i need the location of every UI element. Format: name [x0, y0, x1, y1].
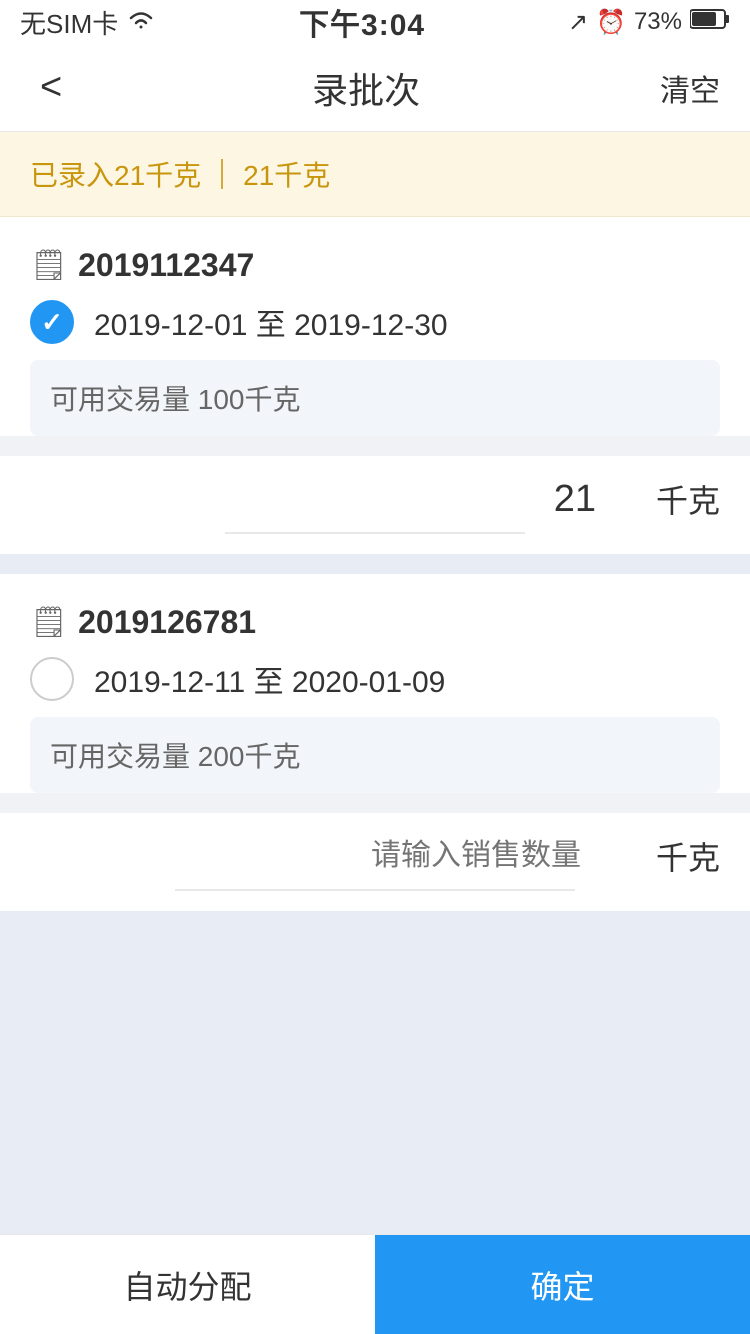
batch-1-header: 🗒 2019112347 [30, 247, 720, 284]
batch-card-2: 🗒 2019126781 2019-12-11 至 2020-01-09 可用交… [0, 574, 750, 793]
section-divider [0, 554, 750, 574]
battery-text: 73% [634, 8, 682, 36]
confirm-button[interactable]: 确定 [375, 1235, 750, 1334]
batch-2-available: 可用交易量 200千克 [30, 717, 720, 793]
batch-2-unit: 千克 [656, 833, 720, 879]
batch-2-date: 2019-12-11 至 2020-01-09 [94, 657, 445, 701]
batch-2-quantity-input[interactable] [296, 839, 596, 873]
batch-2-row: 2019-12-11 至 2020-01-09 [30, 657, 720, 701]
amount-value: 21千克 [243, 154, 330, 194]
auto-distribute-button[interactable]: 自动分配 [0, 1235, 375, 1334]
status-left: 无SIM卡 [20, 4, 156, 41]
batch-1-quantity-area: 21 千克 [0, 456, 750, 554]
batch-2-input-row: 千克 [30, 823, 720, 889]
batch-2-doc-icon: 🗒 [30, 605, 68, 640]
batch-2-id: 2019126781 [78, 604, 256, 641]
status-right: ↗ ⏰ 73% [568, 8, 730, 37]
batch-card-1: 🗒 2019112347 2019-12-01 至 2019-12-30 可用交… [0, 217, 750, 436]
batch-1-available: 可用交易量 100千克 [30, 360, 720, 436]
back-button[interactable]: < [30, 56, 72, 119]
batch-1-doc-icon: 🗒 [30, 248, 68, 283]
batch-2-input-area: 千克 [0, 813, 750, 911]
info-divider [221, 159, 223, 189]
batch-2-header: 🗒 2019126781 [30, 604, 720, 641]
batch-1-date: 2019-12-01 至 2019-12-30 [94, 300, 448, 344]
batch-1-id: 2019112347 [78, 247, 254, 284]
nav-bar: < 录批次 清空 [0, 44, 750, 132]
batch-1-quantity-row: 21 千克 [30, 466, 720, 532]
batch-2-radio[interactable] [30, 657, 74, 701]
wifi-icon [126, 7, 156, 38]
bottom-bar: 自动分配 确定 [0, 1234, 750, 1334]
batch-1-radio[interactable] [30, 300, 74, 344]
batch-1-quantity-value: 21 [554, 478, 596, 521]
batch-1-quantity-unit: 千克 [656, 476, 720, 522]
clear-button[interactable]: 清空 [660, 66, 720, 110]
alarm-icon: ⏰ [596, 8, 626, 37]
location-icon: ↗ [568, 8, 588, 37]
status-bar: 无SIM卡 下午3:04 ↗ ⏰ 73% [0, 0, 750, 44]
no-sim-text: 无SIM卡 [20, 4, 118, 41]
page-title: 录批次 [312, 62, 420, 114]
recorded-amount: 已录入21千克 [30, 154, 201, 194]
batch-1-row: 2019-12-01 至 2019-12-30 [30, 300, 720, 344]
status-time: 下午3:04 [299, 0, 425, 44]
info-banner: 已录入21千克 21千克 [0, 132, 750, 217]
battery-icon [690, 8, 730, 37]
